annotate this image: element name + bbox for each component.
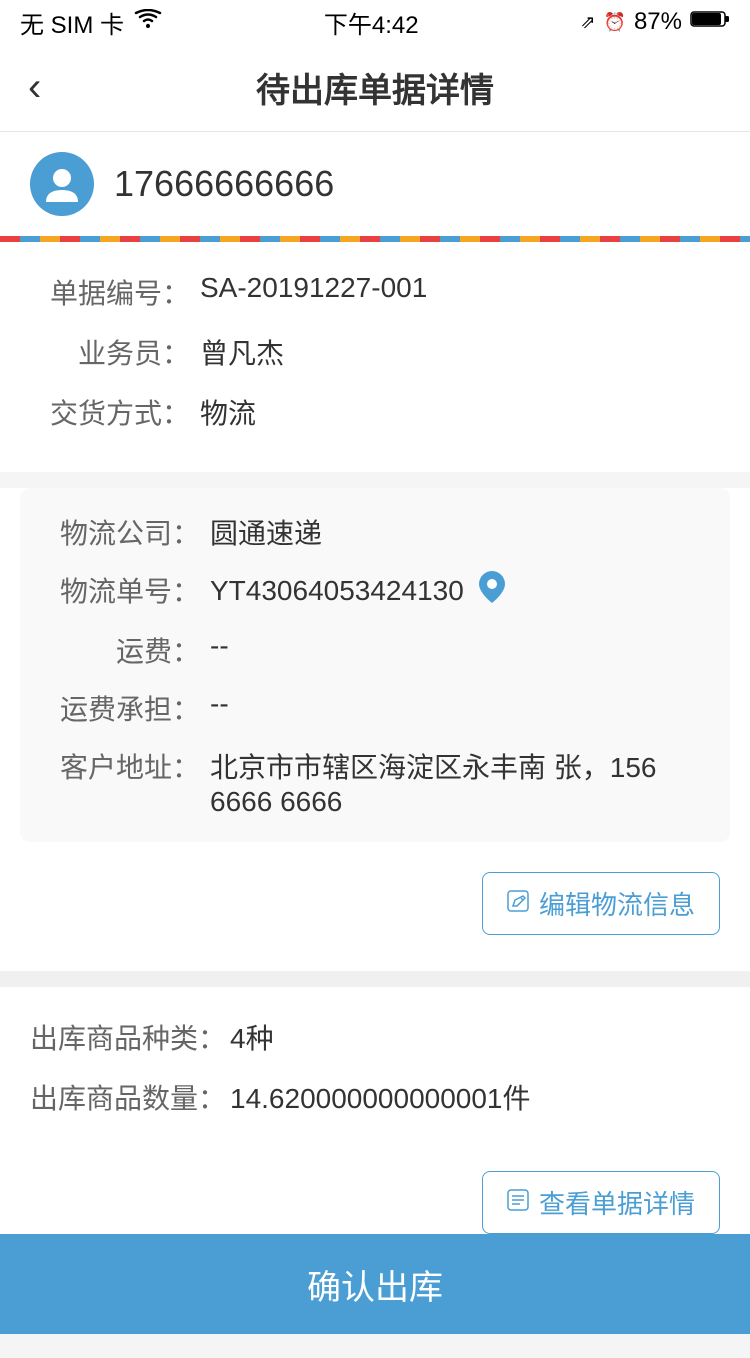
salesman-label: 业务员： — [30, 332, 190, 372]
address-row: 客户地址： 北京市市辖区海淀区永丰南 张，156 6666 6666 — [40, 746, 710, 818]
alarm-icon: ⏰ — [604, 12, 626, 33]
status-time: 下午4:42 — [324, 5, 419, 40]
freight-row: 运费： -- — [40, 630, 710, 670]
freight-bearer-label: 运费承担： — [40, 688, 200, 728]
logistics-company-row: 物流公司： 圆通速递 — [40, 512, 710, 552]
battery-text: 87% — [634, 8, 682, 36]
user-header: 17666666666 — [0, 132, 750, 236]
logistics-company-value: 圆通速递 — [210, 512, 710, 552]
goods-types-row: 出库商品种类： 4种 — [30, 1017, 720, 1057]
document-info-section: 单据编号： SA-20191227-001 业务员： 曾凡杰 交货方式： 物流 — [0, 242, 750, 472]
address-value: 北京市市辖区海淀区永丰南 张，156 6666 6666 — [210, 746, 710, 818]
salesman-row: 业务员： 曾凡杰 — [30, 332, 720, 372]
edit-icon — [507, 888, 529, 919]
document-number-value: SA-20191227-001 — [200, 272, 720, 304]
edit-logistics-label: 编辑物流信息 — [539, 885, 695, 922]
edit-logistics-button[interactable]: 编辑物流信息 — [482, 872, 720, 935]
confirm-label: 确认出库 — [307, 1260, 443, 1309]
status-left: 无 SIM 卡 — [20, 5, 162, 40]
freight-bearer-value: -- — [210, 688, 710, 720]
delivery-value: 物流 — [200, 392, 720, 432]
logistics-card: 物流公司： 圆通速递 物流单号： YT43064053424130 运费： — [20, 488, 730, 842]
nav-bar: ‹ 待出库单据详情 — [0, 44, 750, 132]
section-divider — [0, 971, 750, 987]
location-icon[interactable] — [478, 570, 506, 612]
page-title: 待出库单据详情 — [256, 63, 494, 112]
goods-quantity-row: 出库商品数量： 14.620000000000001件 — [30, 1077, 720, 1117]
user-phone: 17666666666 — [114, 163, 334, 205]
goods-section: 出库商品种类： 4种 出库商品数量： 14.620000000000001件 — [0, 987, 750, 1157]
freight-bearer-row: 运费承担： -- — [40, 688, 710, 728]
goods-types-value: 4种 — [230, 1017, 274, 1057]
goods-quantity-label: 出库商品数量： — [30, 1077, 230, 1117]
delivery-label: 交货方式： — [30, 392, 190, 432]
goods-types-label: 出库商品种类： — [30, 1017, 230, 1057]
tracking-number-text: YT43064053424130 — [210, 575, 464, 607]
address-label: 客户地址： — [40, 746, 200, 786]
tracking-row: 物流单号： YT43064053424130 — [40, 570, 710, 612]
logistics-company-label: 物流公司： — [40, 512, 200, 552]
salesman-value: 曾凡杰 — [200, 332, 720, 372]
view-icon — [507, 1187, 529, 1218]
delivery-row: 交货方式： 物流 — [30, 392, 720, 432]
battery-icon — [690, 8, 730, 36]
confirm-button[interactable]: 确认出库 — [0, 1234, 750, 1334]
document-number-label: 单据编号： — [30, 272, 190, 312]
tracking-value: YT43064053424130 — [210, 570, 710, 612]
back-button[interactable]: ‹ — [28, 65, 41, 110]
status-bar: 无 SIM 卡 下午4:42 ⇗ ⏰ 87% — [0, 0, 750, 44]
status-right: ⇗ ⏰ 87% — [580, 8, 730, 36]
freight-label: 运费： — [40, 630, 200, 670]
wifi-icon — [134, 8, 162, 36]
location-service-icon: ⇗ — [580, 12, 595, 33]
carrier-text: 无 SIM 卡 — [20, 5, 124, 40]
edit-btn-row: 编辑物流信息 — [0, 858, 750, 955]
tracking-label: 物流单号： — [40, 570, 200, 610]
goods-quantity-value: 14.620000000000001件 — [230, 1077, 531, 1117]
freight-value: -- — [210, 630, 710, 662]
avatar — [30, 152, 94, 216]
view-details-label: 查看单据详情 — [539, 1184, 695, 1221]
document-number-row: 单据编号： SA-20191227-001 — [30, 272, 720, 312]
view-details-button[interactable]: 查看单据详情 — [482, 1171, 720, 1234]
